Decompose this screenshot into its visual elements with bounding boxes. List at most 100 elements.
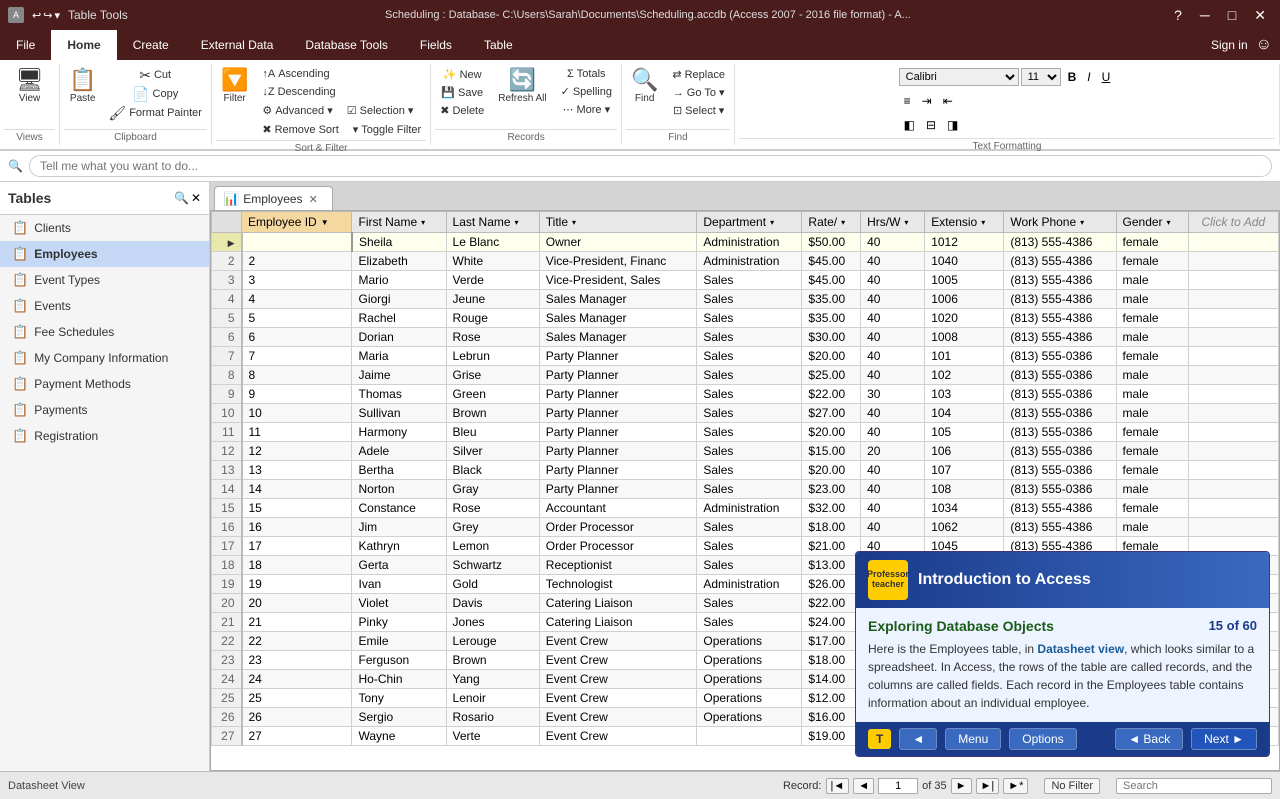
gender-cell[interactable]: male — [1116, 271, 1188, 290]
department-cell[interactable]: Operations — [697, 651, 802, 670]
employee-id-cell[interactable]: 3 — [242, 271, 352, 290]
click-to-add-cell[interactable] — [1188, 385, 1278, 404]
title-cell[interactable]: Party Planner — [539, 347, 697, 366]
ext-cell[interactable]: 1034 — [925, 499, 1004, 518]
gender-cell[interactable]: male — [1116, 290, 1188, 309]
department-cell[interactable]: Administration — [697, 575, 802, 594]
click-to-add-cell[interactable] — [1188, 518, 1278, 537]
status-search-input[interactable] — [1116, 778, 1272, 794]
click-to-add-cell[interactable] — [1188, 461, 1278, 480]
hrs-cell[interactable]: 40 — [861, 252, 925, 271]
click-to-add-cell[interactable] — [1188, 404, 1278, 423]
department-cell[interactable]: Administration — [697, 233, 802, 252]
gender-cell[interactable]: male — [1116, 518, 1188, 537]
phone-cell[interactable]: (813) 555-0386 — [1004, 461, 1116, 480]
no-filter-badge[interactable]: No Filter — [1044, 778, 1100, 794]
first-record-button[interactable]: |◄ — [826, 778, 850, 794]
last-name-cell[interactable]: Le Blanc — [446, 233, 539, 252]
table-row[interactable]: 1515ConstanceRoseAccountantAdministratio… — [212, 499, 1279, 518]
rate-cell[interactable]: $45.00 — [802, 252, 861, 271]
hrs-cell[interactable]: 40 — [861, 480, 925, 499]
employee-id-cell[interactable]: 18 — [242, 556, 352, 575]
department-cell[interactable]: Sales — [697, 328, 802, 347]
goto-button[interactable]: → Go To ▾ — [667, 84, 730, 101]
ext-cell[interactable]: 1006 — [925, 290, 1004, 309]
last-name-cell[interactable]: Gray — [446, 480, 539, 499]
gender-cell[interactable]: male — [1116, 328, 1188, 347]
phone-cell[interactable]: (813) 555-4386 — [1004, 499, 1116, 518]
gender-cell[interactable]: female — [1116, 252, 1188, 271]
department-cell[interactable]: Sales — [697, 480, 802, 499]
first-name-cell[interactable]: Sheila — [352, 233, 446, 252]
ext-cell[interactable]: 1020 — [925, 309, 1004, 328]
tooltip-menu-button[interactable]: Menu — [945, 728, 1001, 750]
sidebar-item-employees[interactable]: 📋Employees — [0, 241, 209, 267]
header-first-name[interactable]: First Name▾ — [352, 212, 446, 233]
first-name-cell[interactable]: Maria — [352, 347, 446, 366]
ext-cell[interactable]: 103 — [925, 385, 1004, 404]
title-cell[interactable]: Party Planner — [539, 385, 697, 404]
last-record-button[interactable]: ►| — [976, 778, 1000, 794]
rate-cell[interactable]: $32.00 — [802, 499, 861, 518]
phone-cell[interactable]: (813) 555-0386 — [1004, 385, 1116, 404]
employee-id-cell[interactable] — [242, 233, 352, 252]
phone-cell[interactable]: (813) 555-4386 — [1004, 271, 1116, 290]
rate-cell[interactable]: $35.00 — [802, 309, 861, 328]
title-cell[interactable]: Order Processor — [539, 518, 697, 537]
title-cell[interactable]: Party Planner — [539, 366, 697, 385]
copy-button[interactable]: 📄 Copy — [103, 85, 207, 103]
header-rate[interactable]: Rate/▾ — [802, 212, 861, 233]
first-name-cell[interactable]: Rachel — [352, 309, 446, 328]
department-cell[interactable]: Operations — [697, 689, 802, 708]
tab-table[interactable]: Table — [468, 30, 529, 60]
department-cell[interactable]: Sales — [697, 613, 802, 632]
title-cell[interactable]: Party Planner — [539, 442, 697, 461]
last-name-cell[interactable]: Schwartz — [446, 556, 539, 575]
click-to-add-cell[interactable] — [1188, 366, 1278, 385]
descending-button[interactable]: ↓Z Descending — [257, 84, 340, 100]
rate-cell[interactable]: $27.00 — [802, 404, 861, 423]
last-name-cell[interactable]: Yang — [446, 670, 539, 689]
header-click-to-add[interactable]: Click to Add — [1188, 212, 1278, 233]
last-name-cell[interactable]: Grise — [446, 366, 539, 385]
first-name-cell[interactable]: Wayne — [352, 727, 446, 746]
align-right-button[interactable]: ◨ — [942, 116, 963, 134]
title-cell[interactable]: Order Processor — [539, 537, 697, 556]
paste-button[interactable]: 📋 Paste — [64, 66, 101, 107]
first-name-cell[interactable]: Kathryn — [352, 537, 446, 556]
title-cell[interactable]: Vice-President, Sales — [539, 271, 697, 290]
employee-id-cell[interactable]: 8 — [242, 366, 352, 385]
tooltip-tt-button[interactable]: T — [868, 729, 891, 749]
table-row[interactable]: 55RachelRougeSales ManagerSales$35.00401… — [212, 309, 1279, 328]
department-cell[interactable]: Sales — [697, 366, 802, 385]
tooltip-next-button[interactable]: Next ► — [1191, 728, 1257, 750]
title-cell[interactable]: Owner — [539, 233, 697, 252]
rate-cell[interactable]: $12.00 — [802, 689, 861, 708]
advanced-button[interactable]: ⚙ Advanced ▾ — [257, 102, 337, 119]
tooltip-back-button[interactable]: ◄ Back — [1115, 728, 1183, 750]
title-cell[interactable]: Event Crew — [539, 727, 697, 746]
title-cell[interactable]: Catering Liaison — [539, 594, 697, 613]
last-name-cell[interactable]: Rose — [446, 328, 539, 347]
employee-id-cell[interactable]: 6 — [242, 328, 352, 347]
header-work-phone[interactable]: Work Phone▾ — [1004, 212, 1116, 233]
department-cell[interactable]: Sales — [697, 518, 802, 537]
ext-cell[interactable]: 107 — [925, 461, 1004, 480]
employee-id-cell[interactable]: 7 — [242, 347, 352, 366]
sidebar-item-payments[interactable]: 📋Payments — [0, 397, 209, 423]
header-department[interactable]: Department▾ — [697, 212, 802, 233]
first-name-cell[interactable]: Sergio — [352, 708, 446, 727]
employee-id-cell[interactable]: 22 — [242, 632, 352, 651]
first-name-cell[interactable]: Sullivan — [352, 404, 446, 423]
title-cell[interactable]: Event Crew — [539, 651, 697, 670]
last-name-cell[interactable]: Gold — [446, 575, 539, 594]
first-name-cell[interactable]: Norton — [352, 480, 446, 499]
rate-cell[interactable]: $35.00 — [802, 290, 861, 309]
last-name-cell[interactable]: Lenoir — [446, 689, 539, 708]
last-name-cell[interactable]: Rouge — [446, 309, 539, 328]
hrs-cell[interactable]: 40 — [861, 518, 925, 537]
last-name-cell[interactable]: Grey — [446, 518, 539, 537]
rate-cell[interactable]: $24.00 — [802, 613, 861, 632]
bold-button[interactable]: B — [1063, 68, 1082, 86]
gender-cell[interactable]: female — [1116, 442, 1188, 461]
